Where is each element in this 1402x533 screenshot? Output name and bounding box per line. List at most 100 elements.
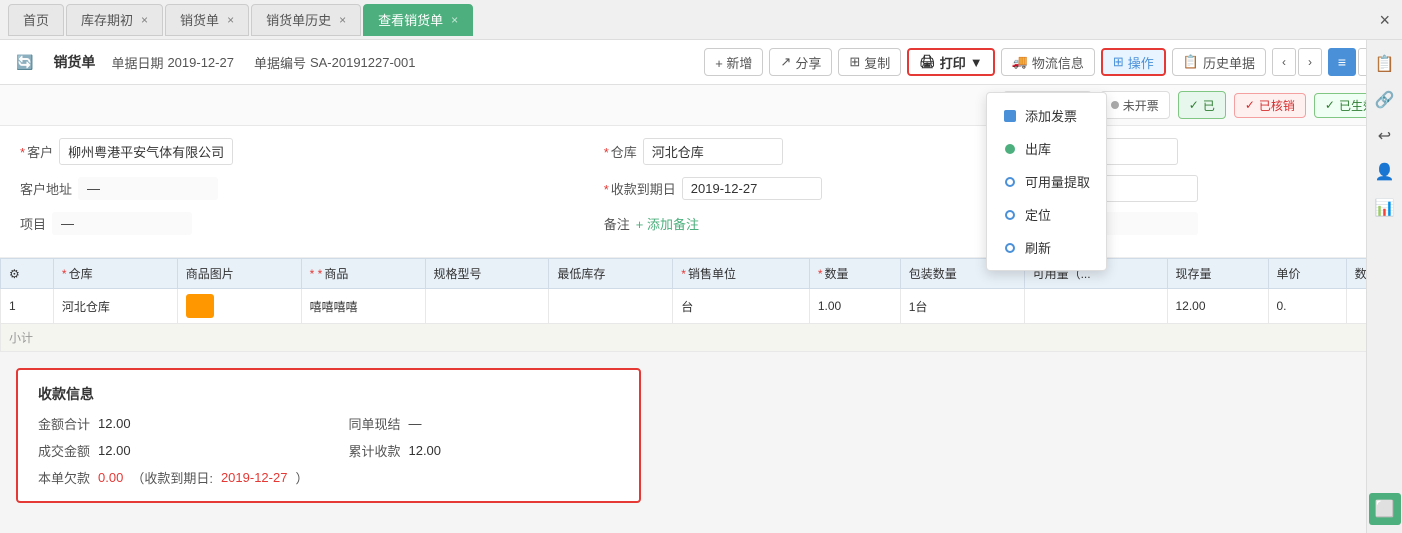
panel-icon-2[interactable]: 🔗 — [1369, 84, 1401, 116]
operations-button[interactable]: ⊞ 操作 — [1101, 48, 1166, 76]
tab-sales-close[interactable]: × — [227, 13, 234, 27]
nav-prev[interactable]: ‹ — [1272, 48, 1296, 76]
operations-dropdown: 添加发票 出库 可用量提取 定位 刷新 — [986, 92, 1107, 271]
col-qty: *数量 — [809, 259, 900, 289]
tab-sales-history[interactable]: 销货单历史 × — [251, 4, 361, 36]
panel-icon-1[interactable]: 📋 — [1369, 48, 1401, 80]
print-icon: 🖨 — [919, 54, 936, 70]
customer-field: *客户 柳州粤港平安气体有限公司 — [20, 138, 604, 165]
col-min-stock: 最低库存 — [549, 259, 673, 289]
form-row-2: 客户地址 — *收款到期日 2019-12-27 *票据类型 不开票 — [20, 175, 1382, 202]
dropdown-refresh[interactable]: 刷新 — [987, 231, 1106, 264]
dropdown-locate[interactable]: 定位 — [987, 198, 1106, 231]
add-note-btn[interactable]: + 添加备注 — [636, 214, 699, 233]
payment-col-left: 金额合计 12.00 成交金额 12.00 本单欠款 0.00 （收款到期日: … — [38, 414, 308, 487]
panel-icon-3[interactable]: ↩ — [1369, 120, 1401, 152]
logistics-icon: 🚚 — [1012, 54, 1028, 70]
payment-section: 收款信息 金额合计 12.00 成交金额 12.00 本单欠款 — [0, 352, 1402, 519]
cell-min-stock — [549, 289, 673, 324]
payment-grid: 金额合计 12.00 成交金额 12.00 本单欠款 0.00 （收款到期日: … — [38, 414, 619, 487]
toolbar-row: 📱 来自手机 未开票 ✓ 已 ✓ 已核销 ✓ 已生效 — [0, 85, 1402, 126]
cell-unit: 台 — [673, 289, 810, 324]
due-date-field: *收款到期日 2019-12-27 — [604, 177, 993, 200]
panel-icon-expand[interactable]: ⬜ — [1369, 493, 1401, 525]
table-header-row: ⚙ *仓库 商品图片 * *商品 规格型号 最低库存 *销售单位 *数量 包装数… — [1, 259, 1402, 289]
due-date-value: 2019-12-27 — [682, 177, 822, 200]
cell-pack-qty: 1台 — [900, 289, 1024, 324]
doc-meta: 单据日期 2019-12-27 单据编号 SA-20191227-001 — [111, 53, 415, 72]
view-list[interactable]: ≡ — [1328, 48, 1356, 76]
tab-home[interactable]: 首页 — [8, 4, 64, 36]
payment-col-right: 同单现结 — 累计收款 12.00 — [348, 414, 618, 487]
share-icon: ↗ — [780, 54, 791, 70]
operations-icon: ⊞ — [1113, 54, 1124, 70]
note-field: 备注 + 添加备注 — [604, 214, 993, 233]
table-container: ⚙ *仓库 商品图片 * *商品 规格型号 最低库存 *销售单位 *数量 包装数… — [0, 258, 1402, 352]
col-spec: 规格型号 — [425, 259, 549, 289]
project-value: — — [52, 212, 192, 235]
sales-table: ⚙ *仓库 商品图片 * *商品 规格型号 最低库存 *销售单位 *数量 包装数… — [0, 258, 1402, 352]
tab-inventory-label: 库存期初 — [81, 10, 133, 29]
not-opened-btn[interactable]: 未开票 — [1100, 91, 1170, 119]
logistics-button[interactable]: 🚚 物流信息 — [1001, 48, 1095, 76]
tab-view-sales-label: 查看销货单 — [378, 10, 443, 29]
dropdown-available-qty[interactable]: 可用量提取 — [987, 165, 1106, 198]
tab-sales[interactable]: 销货单 × — [165, 4, 249, 36]
cell-qty: 1.00 — [809, 289, 900, 324]
print-dropdown-icon: ▼ — [970, 55, 983, 70]
tab-view-sales[interactable]: 查看销货单 × — [363, 4, 473, 36]
tab-sales-history-close[interactable]: × — [339, 13, 346, 27]
copy-icon: ⊞ — [849, 54, 860, 70]
locate-icon — [1003, 208, 1017, 222]
new-button[interactable]: + 新增 — [704, 48, 763, 76]
deal-amount-value: 12.00 — [98, 443, 131, 458]
refresh-icon — [1003, 241, 1017, 255]
warehouse-field: *仓库 河北仓库 — [604, 138, 993, 165]
outbound-icon — [1003, 142, 1017, 156]
share-button[interactable]: ↗ 分享 — [769, 48, 832, 76]
product-image — [186, 294, 214, 318]
panel-icon-5[interactable]: 📊 — [1369, 192, 1401, 224]
settings-icon[interactable]: ⚙ — [9, 267, 20, 281]
form-row-3: 项目 — 备注 + 添加备注 *业务员盂 — — [20, 212, 1382, 235]
col-current-stock: 现存量 — [1167, 259, 1268, 289]
col-price: 单价 — [1268, 259, 1346, 289]
table-row: 1 河北仓库 嘻嘻嘻嘻 台 1.00 1台 12.00 0. — [1, 289, 1402, 324]
tab-sales-history-label: 销货单历史 — [266, 10, 331, 29]
tab-sales-label: 销货单 — [180, 10, 219, 29]
dropdown-add-invoice[interactable]: 添加发票 — [987, 99, 1106, 132]
col-warehouse: *仓库 — [53, 259, 177, 289]
warehouse-value: 河北仓库 — [643, 138, 783, 165]
confirm-icon: ✓ — [1189, 98, 1199, 112]
window-close-btn[interactable]: × — [1379, 10, 1390, 31]
copy-button[interactable]: ⊞ 复制 — [838, 48, 901, 76]
amount-value: 12.00 — [98, 416, 131, 431]
cell-index: 1 — [1, 289, 54, 324]
same-order-value: — — [408, 416, 421, 431]
check-effective-icon: ✓ — [1325, 98, 1335, 112]
check-icon: ✓ — [1245, 98, 1255, 112]
project-field: 项目 — — [20, 212, 604, 235]
col-product: * *商品 — [301, 259, 425, 289]
address-field: 客户地址 — — [20, 177, 604, 200]
deal-amount-row: 成交金额 12.00 — [38, 441, 308, 460]
customer-value: 柳州粤港平安气体有限公司 — [59, 138, 233, 165]
payment-box: 收款信息 金额合计 12.00 成交金额 12.00 本单欠款 — [16, 368, 641, 503]
subtotal-row: 小计 — [1, 324, 1402, 352]
history-button[interactable]: 📋 历史单据 — [1172, 48, 1266, 76]
tab-inventory-close[interactable]: × — [141, 13, 148, 27]
available-icon — [1003, 175, 1017, 189]
right-panel: 📋 🔗 ↩ 👤 📊 ⬜ — [1366, 40, 1402, 533]
dropdown-outbound[interactable]: 出库 — [987, 132, 1106, 165]
cumulative-value: 12.00 — [408, 443, 441, 458]
doc-title-area: 🔄 销货单 单据日期 2019-12-27 单据编号 SA-20191227-0… — [16, 52, 416, 72]
tab-inventory[interactable]: 库存期初 × — [66, 4, 163, 36]
cumulative-row: 累计收款 12.00 — [348, 441, 618, 460]
panel-icon-4[interactable]: 👤 — [1369, 156, 1401, 188]
main-content: 🔄 销货单 单据日期 2019-12-27 单据编号 SA-20191227-0… — [0, 40, 1402, 533]
nav-next[interactable]: › — [1298, 48, 1322, 76]
print-button[interactable]: 🖨 打印 ▼ — [907, 48, 994, 76]
confirm-btn[interactable]: ✓ 已 — [1178, 91, 1226, 119]
tab-view-sales-close[interactable]: × — [451, 13, 458, 27]
col-settings: ⚙ — [1, 259, 54, 289]
